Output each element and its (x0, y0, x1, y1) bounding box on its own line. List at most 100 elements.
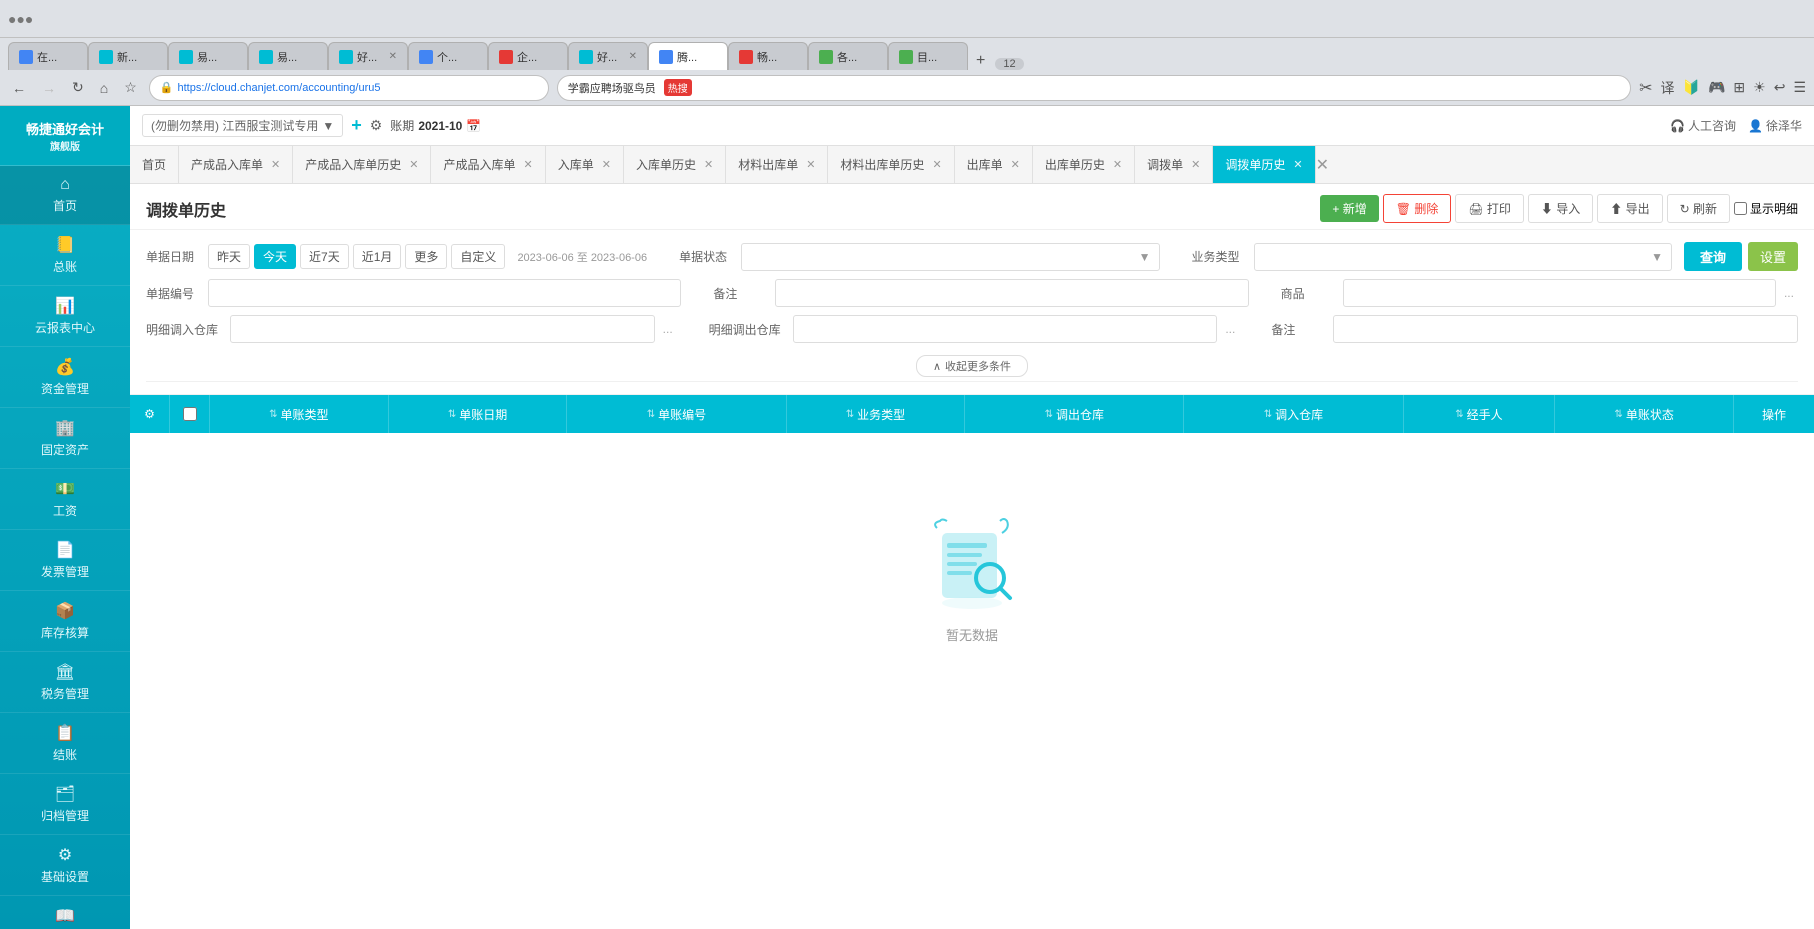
sidebar-item-ledger[interactable]: 📒 总账 (0, 225, 130, 286)
date-7days-btn[interactable]: 近7天 (300, 244, 349, 269)
grid-icon[interactable]: ⊞ (1733, 79, 1745, 96)
translate-icon[interactable]: 译 (1661, 78, 1675, 98)
tab-mat-out-hist[interactable]: 材料出库单历史 ✕ (828, 146, 954, 184)
tab-transfer[interactable]: 调拨单 ✕ (1135, 146, 1213, 184)
detail-out-dots-btn[interactable]: ... (1221, 322, 1239, 336)
detail-in-input[interactable] (230, 315, 655, 343)
sidebar-item-funds[interactable]: 💰 资金管理 (0, 347, 130, 408)
browser-tab-3[interactable]: 易... (168, 42, 248, 70)
date-more-btn[interactable]: 更多 (405, 244, 447, 269)
sidebar-item-settings[interactable]: ⚙ 基础设置 (0, 835, 130, 896)
browser-tab-12[interactable]: 目... (888, 42, 968, 70)
tab-count[interactable]: 12 (995, 58, 1023, 70)
menu-icon[interactable]: ☰ (1793, 79, 1806, 96)
tab-prod-in2-close[interactable]: ✕ (524, 158, 533, 171)
query-button[interactable]: 查询 (1684, 242, 1742, 271)
reload-button[interactable]: ↻ (68, 77, 88, 98)
browser-tab-5[interactable]: 好... ✕ (328, 42, 408, 70)
browser-tab-9[interactable]: 腾... (648, 42, 728, 70)
browser-tab-4[interactable]: 易... (248, 42, 328, 70)
tab-transfer-close[interactable]: ✕ (1191, 158, 1200, 171)
sort-type-icon[interactable]: ⇅ (269, 409, 277, 420)
scissors-icon[interactable]: ✂ (1639, 78, 1652, 98)
home-button[interactable]: ⌂ (96, 78, 112, 98)
tab-prod-in-close[interactable]: ✕ (271, 158, 280, 171)
browser-tab-6[interactable]: 个... (408, 42, 488, 70)
tab-out-hist[interactable]: 出库单历史 ✕ (1033, 146, 1135, 184)
settings-button[interactable]: 设置 (1748, 242, 1798, 271)
browser-tab-7[interactable]: 企... (488, 42, 568, 70)
gear-header-icon[interactable]: ⚙ (144, 407, 155, 421)
tab-prod-in-hist-close[interactable]: ✕ (409, 158, 418, 171)
sort-out-icon[interactable]: ⇅ (1045, 409, 1053, 420)
sidebar-item-tax[interactable]: 🏛 税务管理 (0, 652, 130, 713)
tab-transfer-hist-close[interactable]: ✕ (1293, 158, 1302, 171)
sort-in-icon[interactable]: ⇅ (1264, 409, 1272, 420)
game-icon[interactable]: 🎮 (1708, 79, 1725, 96)
export-button[interactable]: ⬆ 导出 (1597, 194, 1662, 223)
date-1month-btn[interactable]: 近1月 (353, 244, 402, 269)
order-no-input[interactable] (208, 279, 681, 307)
th-gear[interactable]: ⚙ (130, 395, 170, 433)
browser-tab-2[interactable]: 新... (88, 42, 168, 70)
tab-prod-in[interactable]: 产成品入库单 ✕ (179, 146, 293, 184)
theme-icon[interactable]: ☀ (1753, 79, 1766, 96)
sidebar-item-home[interactable]: ⌂ 首页 (0, 166, 130, 225)
back-button[interactable]: ← (8, 78, 30, 98)
browser-tab-11[interactable]: 各... (808, 42, 888, 70)
date-today-btn[interactable]: 今天 (254, 244, 296, 269)
goods-input[interactable] (1343, 279, 1776, 307)
new-tab-button[interactable]: + (968, 52, 993, 70)
goods-dots-btn[interactable]: ... (1780, 286, 1798, 300)
tab-transfer-hist[interactable]: 调拨单历史 ✕ (1213, 146, 1315, 184)
detail-in-dots-btn[interactable]: ... (659, 322, 677, 336)
forward-button[interactable]: → (38, 78, 60, 98)
tab-in-hist[interactable]: 入库单历史 ✕ (624, 146, 726, 184)
tab-prod-in-hist[interactable]: 产成品入库单历史 ✕ (293, 146, 431, 184)
browser-tab-10[interactable]: 畅... (728, 42, 808, 70)
remark2-input[interactable] (1333, 315, 1798, 343)
tab-in-hist-close[interactable]: ✕ (704, 158, 713, 171)
browser-tab-8[interactable]: 好... ✕ (568, 42, 648, 70)
refresh-button[interactable]: ↻ 刷新 (1667, 194, 1730, 223)
collapse-button[interactable]: ∧ 收起更多条件 (916, 355, 1028, 377)
tab-out-order[interactable]: 出库单 ✕ (955, 146, 1033, 184)
sidebar-item-closing[interactable]: 📋 结账 (0, 713, 130, 774)
biz-type-dropdown[interactable]: ▼ (1254, 243, 1672, 271)
date-yesterday-btn[interactable]: 昨天 (208, 244, 250, 269)
sidebar-item-reports[interactable]: 📊 云报表中心 (0, 286, 130, 347)
sidebar-item-inventory[interactable]: 📦 库存核算 (0, 591, 130, 652)
print-button[interactable]: 🖨 打印 (1455, 194, 1524, 223)
company-settings-icon[interactable]: ⚙ (370, 117, 383, 134)
company-selector[interactable]: (勿删勿禁用) 江西服宝测试专用 ▼ (142, 114, 343, 137)
delete-button[interactable]: 🗑 删除 (1383, 194, 1452, 223)
sort-handler-icon[interactable]: ⇅ (1455, 409, 1463, 420)
tab-mat-out-close[interactable]: ✕ (806, 158, 815, 171)
tab-prod-in2[interactable]: 产成品入库单 ✕ (431, 146, 545, 184)
search-bar[interactable]: 学霸应聘场驱鸟员 热搜 (557, 75, 1631, 101)
sidebar-item-guide[interactable]: 📖 新手引导 (0, 896, 130, 929)
user-button[interactable]: 👤 徐泽华 (1748, 117, 1802, 134)
th-check[interactable] (170, 395, 210, 433)
display-cols-checkbox[interactable] (1734, 202, 1747, 215)
status-dropdown[interactable]: ▼ (741, 243, 1159, 271)
tab-home[interactable]: 首页 (130, 146, 179, 184)
sidebar-item-archive[interactable]: 🗂 归档管理 (0, 774, 130, 835)
tab-out-hist-close[interactable]: ✕ (1113, 158, 1122, 171)
browser-tab-1[interactable]: 在... (8, 42, 88, 70)
sort-date-icon[interactable]: ⇅ (448, 409, 456, 420)
tab-in-order-close[interactable]: ✕ (602, 158, 611, 171)
calendar-icon[interactable]: 📅 (466, 119, 481, 133)
select-all-checkbox[interactable] (183, 407, 197, 421)
service-button[interactable]: 🎧 人工咨询 (1670, 117, 1736, 134)
sidebar-item-payroll[interactable]: 💵 工资 (0, 469, 130, 530)
display-cols-toggle[interactable]: 显示明细 (1734, 200, 1798, 217)
tab-out-order-close[interactable]: ✕ (1011, 158, 1020, 171)
sidebar-item-assets[interactable]: 🏢 固定资产 (0, 408, 130, 469)
tab-mat-out[interactable]: 材料出库单 ✕ (726, 146, 828, 184)
add-company-button[interactable]: + (351, 115, 362, 136)
remark-input[interactable] (775, 279, 1248, 307)
date-custom-btn[interactable]: 自定义 (451, 244, 505, 269)
sort-biz-icon[interactable]: ⇅ (846, 409, 854, 420)
tab-mat-out-hist-close[interactable]: ✕ (932, 158, 941, 171)
